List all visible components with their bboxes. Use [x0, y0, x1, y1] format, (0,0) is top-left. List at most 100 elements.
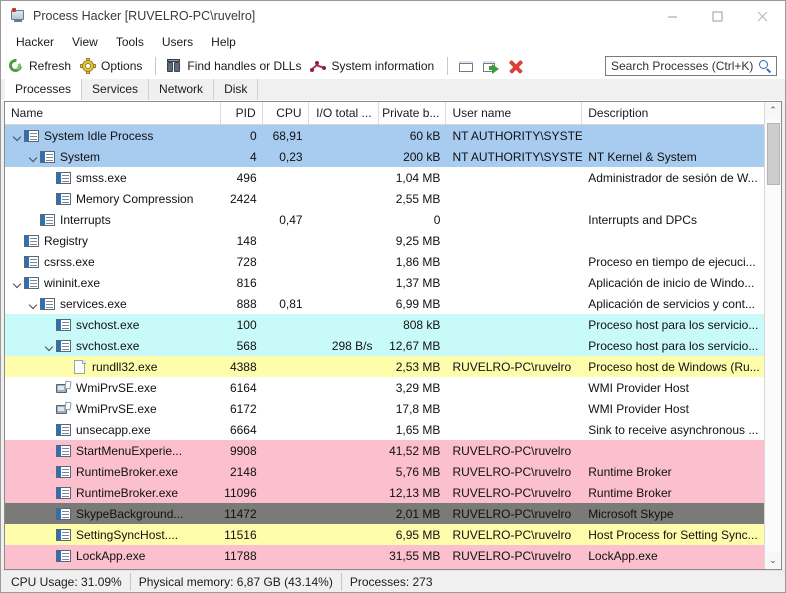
menu-item-users[interactable]: Users	[153, 33, 202, 52]
window-export-icon	[483, 58, 499, 74]
process-name-label: LockApp.exe	[76, 549, 145, 563]
cell-desc: Host Process for Setting Sync...	[582, 524, 764, 545]
scroll-down-button[interactable]: ⌄	[765, 552, 782, 569]
cell-pid: 2148	[221, 461, 263, 482]
expander-chevron-down-icon[interactable]	[43, 339, 56, 352]
menu-item-hacker[interactable]: Hacker	[7, 33, 63, 52]
column-header-desc[interactable]: Description	[582, 102, 764, 124]
search-box[interactable]	[605, 56, 777, 76]
table-row[interactable]: LockApp.exe1178831,55 MBRUVELRO-PC\ruvel…	[5, 545, 764, 566]
expander-chevron-down-icon[interactable]	[27, 297, 40, 310]
tab-processes[interactable]: Processes	[5, 79, 82, 100]
column-header-cpu[interactable]: CPU	[263, 102, 309, 124]
cell-io	[309, 125, 379, 146]
table-row[interactable]: RuntimeBroker.exe122648,76 MBRUVELRO-PC\…	[5, 566, 764, 569]
cell-priv: 12,13 MB	[379, 482, 447, 503]
minimize-button[interactable]	[650, 1, 695, 31]
red-x-icon	[508, 58, 524, 74]
cell-priv: 17,8 MB	[379, 398, 447, 419]
cell-pid: 6164	[221, 377, 263, 398]
table-row[interactable]: unsecapp.exe66641,65 MBSink to receive a…	[5, 419, 764, 440]
process-name-label: rundll32.exe	[92, 360, 157, 374]
menu-bar: Hacker View Tools Users Help	[1, 31, 785, 53]
cell-pid: 9908	[221, 440, 263, 461]
column-header-name[interactable]: Name	[5, 102, 221, 124]
window-export-button[interactable]	[480, 55, 505, 77]
table-row[interactable]: RuntimeBroker.exe1109612,13 MBRUVELRO-PC…	[5, 482, 764, 503]
cell-priv: 9,25 MB	[379, 230, 447, 251]
table-row[interactable]: StartMenuExperie...990841,52 MBRUVELRO-P…	[5, 440, 764, 461]
cell-desc: Administrador de sesión de W...	[582, 167, 764, 188]
scrollbar-track[interactable]	[765, 119, 782, 552]
column-header-pid[interactable]: PID	[221, 102, 263, 124]
maximize-button[interactable]	[695, 1, 740, 31]
process-exe-icon	[56, 528, 71, 542]
cell-pid: 888	[221, 293, 263, 314]
cell-cpu: 0,81	[263, 293, 309, 314]
find-handles-button[interactable]: Find handles or DLLs	[163, 55, 307, 77]
table-row[interactable]: csrss.exe7281,86 MBProceso en tiempo de …	[5, 251, 764, 272]
table-row[interactable]: Interrupts0,470Interrupts and DPCs	[5, 209, 764, 230]
table-row[interactable]: WmiPrvSE.exe617217,8 MBWMI Provider Host	[5, 398, 764, 419]
status-bar: CPU Usage: 31.09% Physical memory: 6,87 …	[1, 570, 785, 592]
options-button[interactable]: Options	[77, 55, 148, 77]
cell-cpu: 0,23	[263, 146, 309, 167]
table-row[interactable]: WmiPrvSE.exe61643,29 MBWMI Provider Host	[5, 377, 764, 398]
cell-name: RuntimeBroker.exe	[5, 482, 221, 503]
column-header-priv[interactable]: Private b...	[379, 102, 447, 124]
cell-name: Interrupts	[5, 209, 221, 230]
cell-priv: 2,01 MB	[379, 503, 447, 524]
refresh-button[interactable]: Refresh	[5, 55, 77, 77]
table-row[interactable]: rundll32.exe43882,53 MBRUVELRO-PC\ruvelr…	[5, 356, 764, 377]
expander-chevron-down-icon[interactable]	[11, 129, 24, 142]
table-row[interactable]: SettingSyncHost....115166,95 MBRUVELRO-P…	[5, 524, 764, 545]
cell-priv: 0	[379, 209, 447, 230]
cell-desc	[582, 230, 764, 251]
process-exe-icon	[56, 339, 71, 353]
table-row[interactable]: svchost.exe100808 kBProceso host para lo…	[5, 314, 764, 335]
tab-network[interactable]: Network	[149, 79, 214, 100]
cell-user	[446, 167, 582, 188]
table-row[interactable]: SkypeBackground...114722,01 MBRUVELRO-PC…	[5, 503, 764, 524]
cell-desc	[582, 125, 764, 146]
table-row[interactable]: System Idle Process068,9160 kBNT AUTHORI…	[5, 125, 764, 146]
expander-chevron-down-icon[interactable]	[11, 276, 24, 289]
menu-item-help[interactable]: Help	[202, 33, 245, 52]
table-row[interactable]: System40,23200 kBNT AUTHORITY\SYSTEMNT K…	[5, 146, 764, 167]
cell-cpu	[263, 167, 309, 188]
show-window-button[interactable]	[455, 55, 480, 77]
scroll-up-button[interactable]: ⌃	[765, 102, 782, 119]
menu-item-view[interactable]: View	[63, 33, 107, 52]
cell-priv: 1,65 MB	[379, 419, 447, 440]
table-row[interactable]: wininit.exe8161,37 MBAplicación de inici…	[5, 272, 764, 293]
process-exe-icon	[56, 465, 71, 479]
search-input[interactable]	[611, 59, 758, 73]
cell-user: RUVELRO-PC\ruvelro	[446, 545, 582, 566]
cell-desc: Proceso host para los servicio...	[582, 335, 764, 356]
cell-io	[309, 209, 379, 230]
menu-item-tools[interactable]: Tools	[107, 33, 153, 52]
tab-services[interactable]: Services	[82, 79, 149, 100]
column-header-user[interactable]: User name	[446, 102, 582, 124]
cell-cpu	[263, 272, 309, 293]
terminate-button[interactable]	[505, 55, 530, 77]
close-button[interactable]	[740, 1, 785, 31]
table-row[interactable]: services.exe8880,816,99 MBAplicación de …	[5, 293, 764, 314]
process-name-label: Interrupts	[60, 213, 111, 227]
column-header-io[interactable]: I/O total ...	[309, 102, 379, 124]
scrollbar-thumb[interactable]	[767, 123, 780, 185]
table-row[interactable]: RuntimeBroker.exe21485,76 MBRUVELRO-PC\r…	[5, 461, 764, 482]
search-icon[interactable]	[758, 59, 773, 74]
tab-disk[interactable]: Disk	[214, 79, 258, 100]
expander-chevron-down-icon[interactable]	[27, 150, 40, 163]
system-information-button[interactable]: System information	[307, 55, 440, 77]
process-name-label: System Idle Process	[44, 129, 153, 143]
cell-io	[309, 419, 379, 440]
cell-io	[309, 356, 379, 377]
table-row[interactable]: Memory Compression24242,55 MB	[5, 188, 764, 209]
table-row[interactable]: svchost.exe568298 B/s12,67 MBProceso hos…	[5, 335, 764, 356]
table-row[interactable]: smss.exe4961,04 MBAdministrador de sesió…	[5, 167, 764, 188]
table-row[interactable]: Registry1489,25 MB	[5, 230, 764, 251]
vertical-scrollbar[interactable]: ⌃ ⌄	[764, 102, 781, 569]
cell-priv: 3,29 MB	[379, 377, 447, 398]
